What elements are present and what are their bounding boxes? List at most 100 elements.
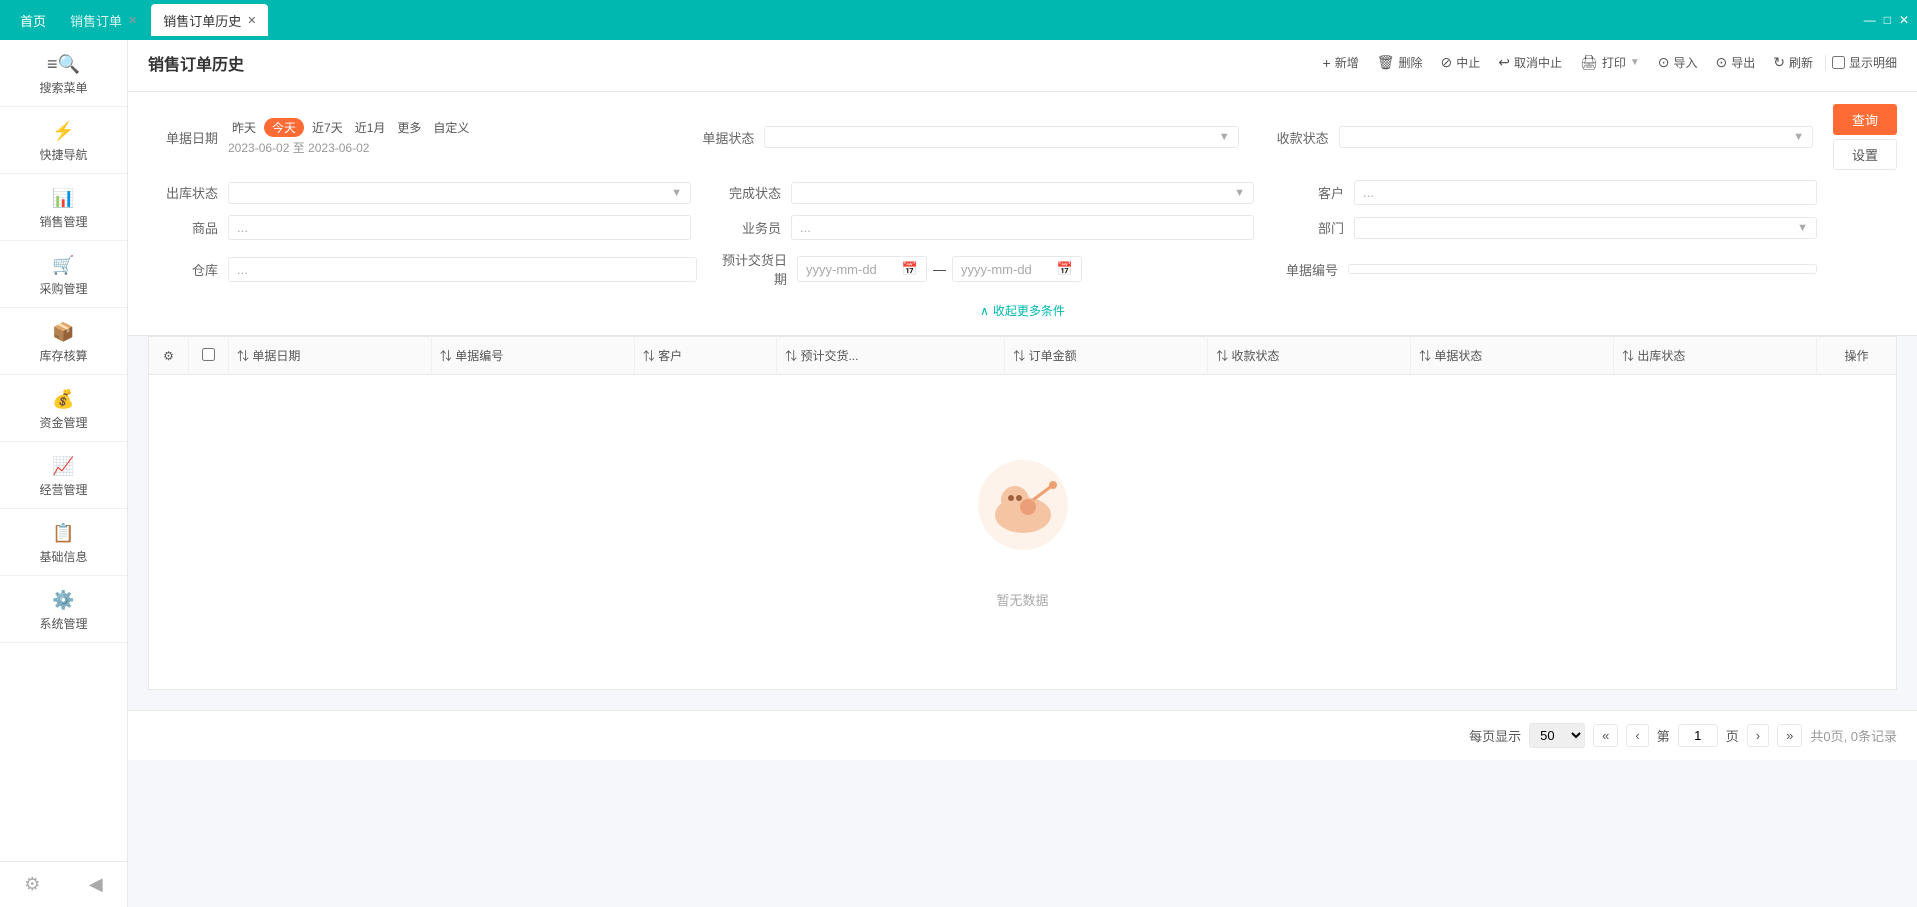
quick-nav-icon: ⚡ xyxy=(52,121,74,142)
toolbar-divider xyxy=(1825,55,1826,71)
dept-select[interactable]: ▼ xyxy=(1354,217,1817,239)
minimize-btn[interactable]: — xyxy=(1864,13,1876,27)
stop-button[interactable]: ⊘ 中止 xyxy=(1435,50,1487,75)
th-payment-status-label: ⇅ 收款状态 xyxy=(1216,347,1279,364)
customer-label: 客户 xyxy=(1274,183,1354,202)
warehouse-select[interactable]: ... xyxy=(228,257,697,282)
prev-page-btn[interactable]: ‹ xyxy=(1626,724,1648,747)
last-page-btn[interactable]: » xyxy=(1777,724,1802,747)
payment-select[interactable]: ▼ xyxy=(1339,126,1813,148)
sidebar-item-sys-mgmt[interactable]: ⚙️ 系统管理 xyxy=(0,576,127,643)
goods-select[interactable]: ... xyxy=(228,215,691,240)
import-icon: ⊙ xyxy=(1658,54,1670,71)
goods-ellipsis: ... xyxy=(237,220,248,235)
date-today[interactable]: 今天 xyxy=(264,118,304,137)
goods-label: 商品 xyxy=(148,218,228,237)
order-no-label: 单据编号 xyxy=(1268,260,1348,279)
status-select[interactable]: ▼ xyxy=(764,126,1238,148)
order-no-input[interactable] xyxy=(1348,264,1817,274)
date-more[interactable]: 更多 xyxy=(393,118,425,137)
print-icon: 🖨 xyxy=(1580,54,1598,71)
salesperson-select[interactable]: ... xyxy=(791,215,1254,240)
outbound-select[interactable]: ▼ xyxy=(228,182,691,204)
delete-label: 删除 xyxy=(1399,54,1423,71)
sidebar-item-label-purchase-mgmt: 采购管理 xyxy=(39,280,87,297)
th-delivery[interactable]: ⇅ 预计交货... xyxy=(777,337,1005,375)
th-settings[interactable]: ⚙ xyxy=(149,337,189,375)
th-no[interactable]: ⇅ 单据编号 xyxy=(431,337,634,375)
refresh-button[interactable]: ↻ 刷新 xyxy=(1767,50,1819,75)
page-suffix: 页 xyxy=(1726,726,1739,745)
delete-button[interactable]: 🗑 删除 xyxy=(1371,50,1429,75)
th-date[interactable]: ⇅ 单据日期 xyxy=(229,337,432,375)
sidebar-item-sales-mgmt[interactable]: 📊 销售管理 xyxy=(0,174,127,241)
print-button[interactable]: 🖨 打印 ▼ xyxy=(1574,50,1646,75)
th-amount[interactable]: ⇅ 订单金额 xyxy=(1005,337,1208,375)
th-customer[interactable]: ⇅ 客户 xyxy=(634,337,776,375)
th-payment-status[interactable]: ⇅ 收款状态 xyxy=(1208,337,1411,375)
tab-sales-order-history-close[interactable]: ✕ xyxy=(247,14,256,27)
query-set-area: 查询 设置 xyxy=(1833,104,1897,170)
query-button[interactable]: 查询 xyxy=(1833,104,1897,135)
basic-info-icon: 📋 xyxy=(52,523,74,544)
cancel-stop-button[interactable]: ↩ 取消中止 xyxy=(1492,50,1568,75)
delivery-date-from-text: yyyy-mm-dd xyxy=(806,262,877,277)
customer-select[interactable]: ... xyxy=(1354,180,1817,205)
date-custom[interactable]: 自定义 xyxy=(429,118,473,137)
sidebar-item-operations[interactable]: 📈 经营管理 xyxy=(0,442,127,509)
page-size-select[interactable]: 50 20 100 xyxy=(1529,723,1585,748)
select-all-checkbox[interactable] xyxy=(202,348,215,361)
sidebar-item-label-operations: 经营管理 xyxy=(39,481,87,498)
close-btn[interactable]: ✕ xyxy=(1899,13,1909,27)
sidebar-item-purchase-mgmt[interactable]: 🛒 采购管理 xyxy=(0,241,127,308)
th-actions-label: 操作 xyxy=(1844,349,1868,363)
settings-icon[interactable]: ⚙ xyxy=(163,349,174,363)
display-detail-toggle[interactable]: 显示明细 xyxy=(1832,54,1897,71)
th-checkbox[interactable] xyxy=(189,337,229,375)
sidebar-item-finance[interactable]: 💰 资金管理 xyxy=(0,375,127,442)
new-label: 新增 xyxy=(1335,54,1359,71)
th-outbound-status[interactable]: ⇅ 出库状态 xyxy=(1614,337,1817,375)
page-input[interactable] xyxy=(1678,724,1718,747)
date-1month[interactable]: 近1月 xyxy=(351,118,390,137)
sidebar-item-inventory[interactable]: 📦 库存核算 xyxy=(0,308,127,375)
tab-sales-order-close[interactable]: ✕ xyxy=(128,14,137,27)
date-7days[interactable]: 近7天 xyxy=(308,118,347,137)
export-button[interactable]: ⊙ 导出 xyxy=(1709,50,1761,75)
outbound-arrow: ▼ xyxy=(671,187,682,199)
new-icon: + xyxy=(1323,55,1331,71)
sidebar-item-search-menu[interactable]: ≡🔍 搜索菜单 xyxy=(0,40,127,107)
tab-sales-order-history[interactable]: 销售订单历史 ✕ xyxy=(151,4,268,36)
sys-mgmt-icon: ⚙️ xyxy=(52,590,74,611)
tab-home[interactable]: 首页 xyxy=(8,11,58,30)
collapse-button[interactable]: ∧ 收起更多条件 xyxy=(148,298,1897,323)
sidebar-item-label-quick-nav: 快捷导航 xyxy=(39,146,87,163)
th-doc-status[interactable]: ⇅ 单据状态 xyxy=(1411,337,1614,375)
warehouse-label: 仓库 xyxy=(148,260,228,279)
tab-sales-order[interactable]: 销售订单 ✕ xyxy=(58,4,149,36)
print-arrow: ▼ xyxy=(1630,57,1640,68)
filter-row-4: 仓库 ... 预计交货日期 yyyy-mm-dd 📅 — yyyy-mm-dd … xyxy=(148,250,1897,288)
sidebar-item-quick-nav[interactable]: ⚡ 快捷导航 xyxy=(0,107,127,174)
next-page-btn[interactable]: › xyxy=(1747,724,1769,747)
set-button[interactable]: 设置 xyxy=(1833,139,1897,170)
tab-sales-order-label: 销售订单 xyxy=(70,11,122,30)
complete-select[interactable]: ▼ xyxy=(791,182,1254,204)
delivery-date-from[interactable]: yyyy-mm-dd 📅 xyxy=(797,256,927,282)
display-detail-checkbox[interactable] xyxy=(1832,56,1845,69)
import-button[interactable]: ⊙ 导入 xyxy=(1652,50,1704,75)
first-page-btn[interactable]: « xyxy=(1593,724,1618,747)
inventory-icon: 📦 xyxy=(52,322,74,343)
display-detail-label: 显示明细 xyxy=(1849,54,1897,71)
new-button[interactable]: + 新增 xyxy=(1317,50,1365,75)
empty-svg xyxy=(973,455,1073,555)
th-amount-label: ⇅ 订单金额 xyxy=(1013,347,1076,364)
sidebar-collapse-icon[interactable]: ◀ xyxy=(89,874,103,895)
sidebar-item-basic-info[interactable]: 📋 基础信息 xyxy=(0,509,127,576)
maximize-btn[interactable]: □ xyxy=(1884,13,1891,27)
sidebar-settings-icon[interactable]: ⚙ xyxy=(24,874,40,895)
date-yesterday[interactable]: 昨天 xyxy=(228,118,260,137)
delivery-date-to[interactable]: yyyy-mm-dd 📅 xyxy=(952,256,1082,282)
purchase-mgmt-icon: 🛒 xyxy=(52,255,74,276)
sidebar-item-label-search-menu: 搜索菜单 xyxy=(39,79,87,96)
